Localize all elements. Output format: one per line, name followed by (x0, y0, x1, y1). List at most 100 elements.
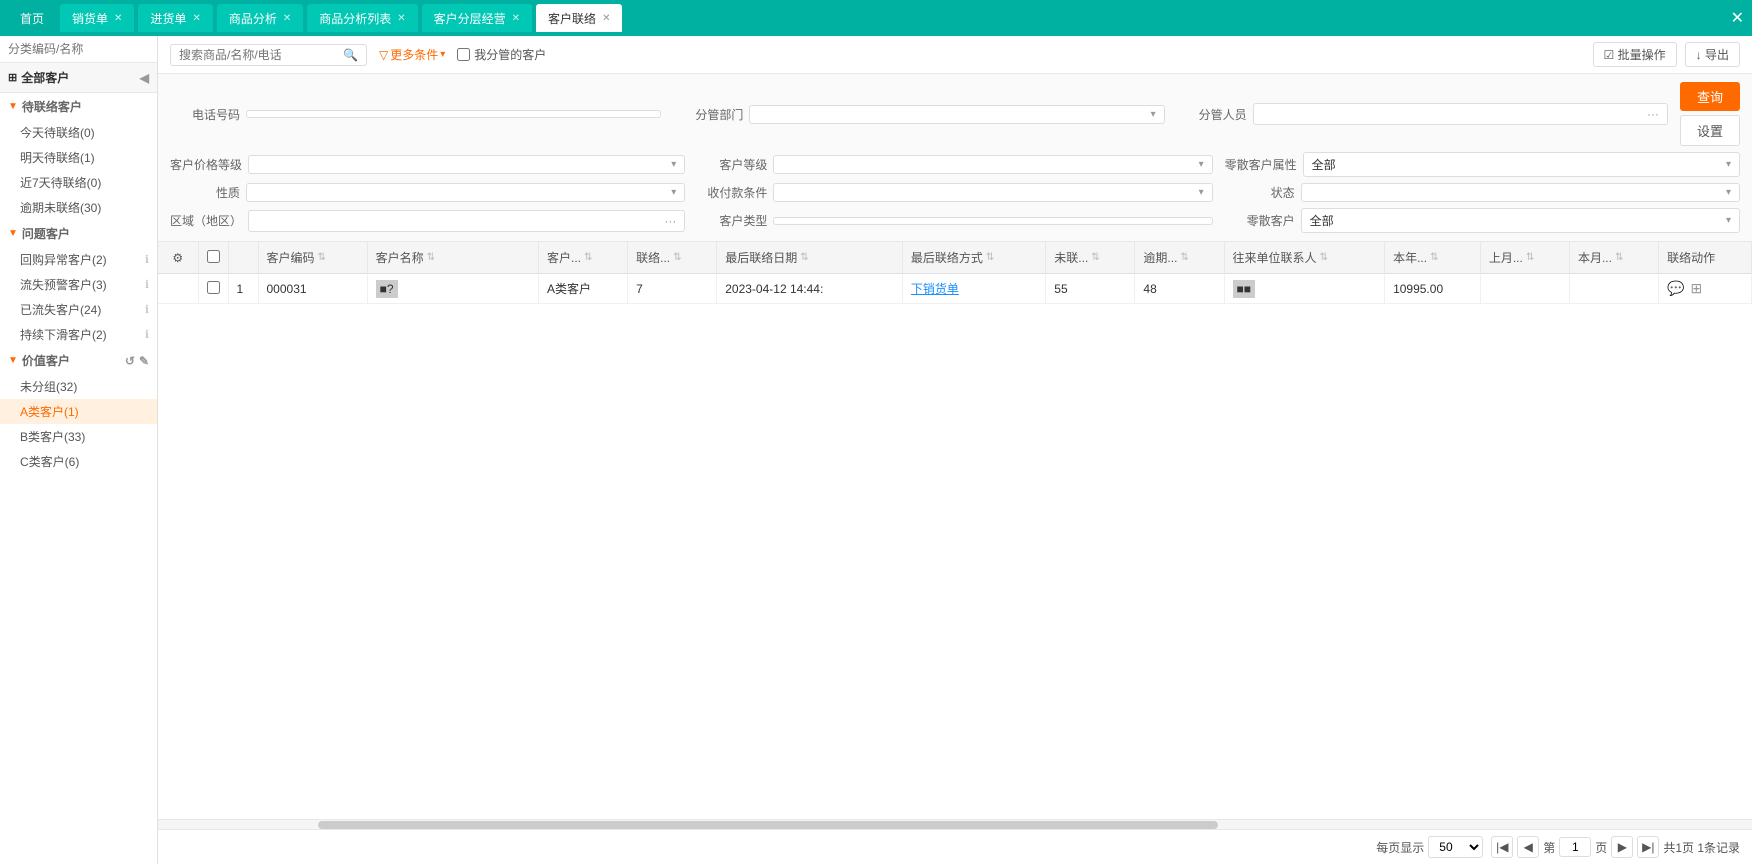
col-last-contact-method[interactable]: 最后联络方式 ⇅ (902, 242, 1045, 274)
tab-product-analysis[interactable]: 商品分析 ✕ (217, 4, 303, 32)
refresh-icon[interactable]: ↺ (125, 354, 135, 368)
phone-input[interactable] (246, 110, 661, 118)
col-customer-name[interactable]: 客户名称 ⇅ (367, 242, 538, 274)
batch-operation-button[interactable]: ☑ 批量操作 (1593, 42, 1677, 67)
sidebar-item-class-a[interactable]: A类客户(1) (0, 399, 157, 424)
row-checkbox-cell[interactable] (198, 274, 228, 304)
tab-purchase-order[interactable]: 进货单 ✕ (138, 4, 212, 32)
col-customer-code[interactable]: 客户编码 ⇅ (258, 242, 367, 274)
my-customers-checkbox[interactable]: 我分管的客户 (457, 46, 546, 63)
col-overdue[interactable]: 逾期... ⇅ (1135, 242, 1224, 274)
comment-icon[interactable]: 💬 (1667, 280, 1684, 297)
section-pending-contact[interactable]: ▼ 待联络客户 (0, 93, 157, 120)
filter-search-input[interactable] (179, 48, 339, 62)
filter-field-status: 状态 ▾ (1225, 183, 1740, 202)
first-page-button[interactable]: |◀ (1491, 836, 1513, 858)
filter-row-4: 区域（地区） ··· 客户类型 零散客户 全部▾ (170, 208, 1740, 233)
close-icon[interactable]: ✕ (512, 13, 520, 24)
status-select[interactable]: ▾ (1301, 183, 1740, 202)
close-icon[interactable]: ✕ (397, 13, 405, 24)
filter-field-retail-attr: 零散客户属性 全部▾ (1225, 152, 1740, 177)
manager-input[interactable]: ··· (1253, 103, 1668, 125)
col-customer-type[interactable]: 客户... ⇅ (538, 242, 627, 274)
tab-sales-order[interactable]: 销货单 ✕ (60, 4, 134, 32)
item-label: 回购异常客户(2) (20, 251, 107, 268)
col-checkbox[interactable] (198, 242, 228, 274)
close-icon[interactable]: ✕ (283, 13, 291, 24)
col-uncontacted[interactable]: 未联... ⇅ (1046, 242, 1135, 274)
col-company-contact[interactable]: 往来单位联系人 ⇅ (1224, 242, 1385, 274)
advanced-filter: 电话号码 分管部门 ▾ 分管人员 ··· 查询 设置 (158, 74, 1752, 242)
sidebar-item-class-b[interactable]: B类客户(33) (0, 424, 157, 449)
page-number-input[interactable] (1559, 837, 1591, 857)
col-header-label: 联络... (636, 249, 670, 266)
col-this-year[interactable]: 本年... ⇅ (1385, 242, 1481, 274)
sidebar-search-input[interactable] (8, 42, 158, 56)
col-this-month[interactable]: 本月... ⇅ (1569, 242, 1658, 274)
home-tab[interactable]: 首页 (8, 4, 56, 32)
customer-level-select[interactable]: ▾ (773, 155, 1212, 174)
region-input[interactable]: ··· (248, 210, 685, 232)
retail-customer-select[interactable]: 全部▾ (1301, 208, 1740, 233)
query-button[interactable]: 查询 (1680, 82, 1740, 111)
col-last-month[interactable]: 上月... ⇅ (1480, 242, 1569, 274)
my-customers-check[interactable] (457, 48, 470, 61)
close-icon[interactable]: ✕ (192, 13, 200, 24)
section-value-customers[interactable]: ▼ 价值客户 ↺ ✎ (0, 347, 157, 374)
all-customers-header[interactable]: ⊞ 全部客户 ◀ (0, 63, 157, 93)
window-close-button[interactable]: ✕ (1731, 8, 1744, 28)
department-select[interactable]: ▾ (749, 105, 1164, 124)
close-icon[interactable]: ✕ (114, 13, 122, 24)
item-label: 明天待联络(1) (20, 151, 95, 165)
sidebar-item-today-pending[interactable]: 今天待联络(0) (0, 120, 157, 145)
row-select-checkbox[interactable] (207, 281, 220, 294)
per-page-label: 每页显示 (1376, 839, 1424, 856)
sidebar-item-tomorrow-pending[interactable]: 明天待联络(1) (0, 145, 157, 170)
tab-customer-contact[interactable]: 客户联络 ✕ (536, 4, 622, 32)
row-overdue: 48 (1143, 282, 1156, 296)
scrollbar-thumb[interactable] (318, 821, 1218, 829)
more-conditions-button[interactable]: ▽ 更多条件 ▾ (379, 46, 445, 63)
sidebar-item-declining[interactable]: 持续下滑客户(2) ℹ (0, 322, 157, 347)
sidebar-item-7days-pending[interactable]: 近7天待联络(0) (0, 170, 157, 195)
close-icon[interactable]: ✕ (602, 13, 610, 24)
info-icon: ℹ (145, 253, 149, 266)
collapse-icon[interactable]: ◀ (140, 71, 149, 85)
col-contact-count[interactable]: 联络... ⇅ (628, 242, 717, 274)
row-last-contact-method[interactable]: 下销货单 (911, 282, 959, 296)
tab-product-analysis-list[interactable]: 商品分析列表 ✕ (307, 4, 417, 32)
qrcode-icon[interactable]: ⊞ (1691, 280, 1703, 297)
sidebar-item-churn-warning[interactable]: 流失预警客户(3) ℹ (0, 272, 157, 297)
price-level-select[interactable]: ▾ (248, 155, 685, 174)
export-button[interactable]: ↓ 导出 (1685, 42, 1740, 67)
retail-attr-select[interactable]: 全部▾ (1303, 152, 1740, 177)
sidebar-item-churned[interactable]: 已流失客户(24) ℹ (0, 297, 157, 322)
col-settings[interactable]: ⚙ (158, 242, 198, 274)
sidebar-item-ungrouped[interactable]: 未分组(32) (0, 374, 157, 399)
customer-type-input[interactable] (773, 217, 1212, 225)
row-num: 1 (237, 282, 244, 296)
filter-row-1: 电话号码 分管部门 ▾ 分管人员 ··· 查询 设置 (170, 82, 1740, 146)
payment-select[interactable]: ▾ (773, 183, 1212, 202)
next-page-button[interactable]: ▶ (1611, 836, 1633, 858)
sidebar-item-overdue-contact[interactable]: 逾期未联络(30) (0, 195, 157, 220)
col-last-contact-date[interactable]: 最后联络日期 ⇅ (717, 242, 903, 274)
row-code: 000031 (267, 282, 307, 296)
last-page-button[interactable]: ▶| (1637, 836, 1659, 858)
settings-button[interactable]: 设置 (1680, 115, 1740, 146)
per-page-select[interactable]: 50 100 200 (1428, 836, 1483, 858)
prev-page-button[interactable]: ◀ (1517, 836, 1539, 858)
col-header-label: 逾期... (1143, 249, 1177, 266)
table-header-row: ⚙ 客户编码 ⇅ (158, 242, 1752, 274)
horizontal-scrollbar[interactable] (158, 819, 1752, 829)
search-icon[interactable]: 🔍 (343, 48, 358, 62)
select-all-checkbox[interactable] (207, 250, 220, 263)
sidebar-item-class-c[interactable]: C类客户(6) (0, 449, 157, 474)
tab-customer-segment[interactable]: 客户分层经营 ✕ (422, 4, 532, 32)
nature-select[interactable]: ▾ (246, 183, 685, 202)
section-problem-customers[interactable]: ▼ 问题客户 (0, 220, 157, 247)
sidebar-item-repurchase-abnormal[interactable]: 回购异常客户(2) ℹ (0, 247, 157, 272)
settings-icon[interactable]: ⚙ (172, 251, 183, 265)
price-level-label: 客户价格等级 (170, 156, 242, 173)
edit-icon[interactable]: ✎ (139, 354, 149, 368)
